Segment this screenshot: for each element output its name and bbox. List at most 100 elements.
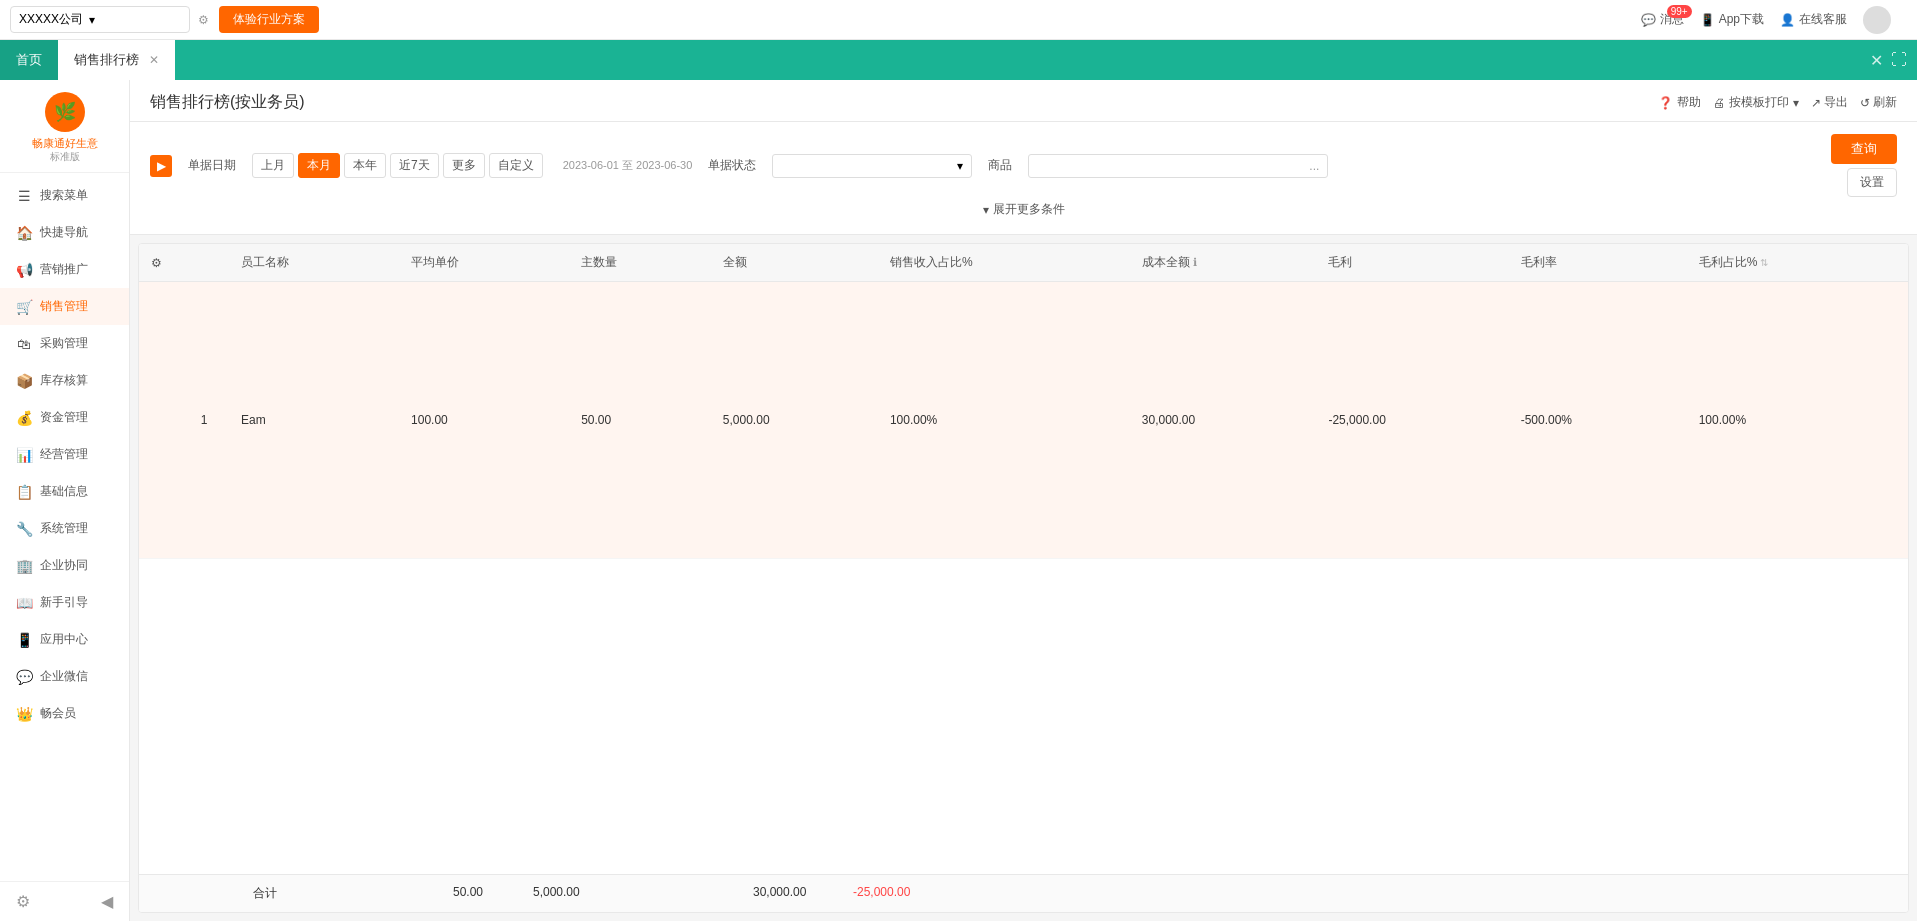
footer-cost: 30,000.00: [741, 885, 841, 902]
footer-spacer-1: [151, 885, 191, 902]
footer-sales-pct: [621, 885, 741, 902]
enterprise-icon: 🏢: [16, 558, 32, 574]
table-row: 1 Eam 100.00 50.00 5,000.00 100.00% 30,0…: [139, 282, 1908, 559]
refresh-button[interactable]: ↺ 刷新: [1860, 94, 1897, 111]
expand-more-button[interactable]: ▾ 展开更多条件: [983, 201, 1065, 218]
sidebar-item-search[interactable]: ☰ 搜索菜单: [0, 177, 129, 214]
app-download-button[interactable]: 📱 App下载: [1700, 11, 1764, 28]
sidebar-item-enterprise[interactable]: 🏢 企业协同: [0, 547, 129, 584]
top-settings-icon[interactable]: ⚙: [198, 13, 209, 27]
goods-select[interactable]: ...: [1028, 154, 1328, 178]
expand-down-icon: ▾: [983, 203, 989, 217]
export-button[interactable]: ↗ 导出: [1811, 94, 1848, 111]
sidebar-item-sales[interactable]: 🛒 销售管理: [0, 288, 129, 325]
sidebar-item-guide[interactable]: 📖 新手引导: [0, 584, 129, 621]
date-btn-more[interactable]: 更多: [443, 153, 485, 178]
cost-info-icon[interactable]: ℹ: [1193, 256, 1197, 269]
date-btn-this-month[interactable]: 本月: [298, 153, 340, 178]
filter-area: ▶ 单据日期 上月 本月 本年 近7天 更多 自定义 2023-06-01 至 …: [130, 122, 1917, 235]
row-rank: 1: [179, 282, 229, 559]
sidebar-settings-icon[interactable]: ⚙: [16, 892, 30, 911]
refresh-label: 刷新: [1873, 94, 1897, 111]
company-name: XXXXX公司: [19, 11, 83, 28]
col-amount: 全额: [711, 244, 878, 282]
gross-pct-sort-icon[interactable]: ⇅: [1760, 257, 1768, 268]
content-area: 销售排行榜(按业务员) ❓ 帮助 🖨 按模板打印 ▾ ↗ 导出 ↺ 刷新: [130, 80, 1917, 921]
user-avatar[interactable]: [1863, 6, 1891, 34]
sidebar-item-inventory[interactable]: 📦 库存核算: [0, 362, 129, 399]
notification-badge: 99+: [1667, 5, 1692, 18]
operations-icon: 📊: [16, 447, 32, 463]
footer-cells: 合计 50.00 5,000.00 30,000.00 -25,000.00: [151, 885, 1896, 902]
sidebar-item-apps[interactable]: 📱 应用中心: [0, 621, 129, 658]
footer-avg-price: [361, 885, 441, 902]
sidebar-item-purchase[interactable]: 🛍 采购管理: [0, 325, 129, 362]
sidebar-item-label-sales: 销售管理: [40, 298, 88, 315]
tab-controls: ✕ ⛶: [1860, 40, 1917, 80]
sidebar-item-label-quick-nav: 快捷导航: [40, 224, 88, 241]
col-avg-price: 平均单价: [399, 244, 569, 282]
finance-icon: 💰: [16, 410, 32, 426]
export-label: 导出: [1824, 94, 1848, 111]
filter-toggle-icon[interactable]: ▶: [150, 155, 172, 177]
filter-settings-button[interactable]: 设置: [1847, 168, 1897, 197]
sidebar-item-system[interactable]: 🔧 系统管理: [0, 510, 129, 547]
status-chevron-icon: ▾: [957, 159, 963, 173]
sidebar-item-member[interactable]: 👑 畅会员: [0, 695, 129, 732]
trial-button[interactable]: 体验行业方案: [219, 6, 319, 33]
logo-icon: 🌿: [45, 92, 85, 132]
sidebar-item-label-guide: 新手引导: [40, 594, 88, 611]
status-label: 单据状态: [708, 157, 756, 174]
tab-close-icon[interactable]: ✕: [149, 53, 159, 67]
notification-button[interactable]: 💬 消息 99+: [1641, 11, 1684, 28]
top-right-area: 💬 消息 99+ 📱 App下载 👤 在线客服: [1641, 6, 1907, 34]
gross-pct-label: 毛利占比%: [1699, 254, 1758, 271]
sidebar-item-marketing[interactable]: 📢 营销推广: [0, 251, 129, 288]
main-layout: 🌿 畅康通好生意 标准版 ☰ 搜索菜单 🏠 快捷导航 📢 营销推广 🛒 销售管理: [0, 80, 1917, 921]
sidebar-item-label-apps: 应用中心: [40, 631, 88, 648]
sidebar-collapse-icon[interactable]: ◀: [101, 892, 113, 911]
marketing-icon: 📢: [16, 262, 32, 278]
sidebar-item-quick-nav[interactable]: 🏠 快捷导航: [0, 214, 129, 251]
help-button[interactable]: ❓ 帮助: [1658, 94, 1701, 111]
close-tab-btn[interactable]: ✕: [1870, 51, 1883, 70]
sidebar-item-basic-info[interactable]: 📋 基础信息: [0, 473, 129, 510]
sidebar-logo: 🌿 畅康通好生意 标准版: [0, 80, 129, 173]
sidebar-item-wechat[interactable]: 💬 企业微信: [0, 658, 129, 695]
goods-dots-icon[interactable]: ...: [1309, 159, 1319, 173]
date-btn-this-year[interactable]: 本年: [344, 153, 386, 178]
sidebar-item-finance[interactable]: 💰 资金管理: [0, 399, 129, 436]
row-avg-price: 100.00: [399, 282, 569, 559]
row-main-qty: 50.00: [569, 282, 711, 559]
tab-sales-ranking[interactable]: 销售排行榜 ✕: [58, 40, 175, 80]
table-footer: 合计 50.00 5,000.00 30,000.00 -25,000.00: [139, 874, 1908, 912]
sidebar-item-label-system: 系统管理: [40, 520, 88, 537]
table-container: ⚙ 员工名称 平均单价 主数量 全额 销售收入占比% 成本全额 ℹ: [138, 243, 1909, 913]
row-sales-pct: 100.00%: [878, 282, 1130, 559]
query-button[interactable]: 查询: [1831, 134, 1897, 164]
date-btn-custom[interactable]: 自定义: [489, 153, 543, 178]
col-settings[interactable]: ⚙: [139, 244, 179, 282]
sidebar-item-label-basic-info: 基础信息: [40, 483, 88, 500]
online-service-button[interactable]: 👤 在线客服: [1780, 11, 1847, 28]
logo-text: 畅康通好生意: [32, 136, 98, 150]
tab-home[interactable]: 首页: [0, 40, 58, 80]
company-selector[interactable]: XXXXX公司 ▾: [10, 6, 190, 33]
date-btn-7days[interactable]: 近7天: [390, 153, 439, 178]
row-gross-pct: 100.00%: [1687, 282, 1908, 559]
row-settings: [139, 282, 179, 559]
sidebar-item-operations[interactable]: 📊 经营管理: [0, 436, 129, 473]
maximize-tab-btn[interactable]: ⛶: [1891, 51, 1907, 69]
date-btn-last-month[interactable]: 上月: [252, 153, 294, 178]
sidebar-item-label-operations: 经营管理: [40, 446, 88, 463]
status-select[interactable]: ▾: [772, 154, 972, 178]
print-template-button[interactable]: 🖨 按模板打印 ▾: [1713, 94, 1799, 111]
table-header-row: ⚙ 员工名称 平均单价 主数量 全额 销售收入占比% 成本全额 ℹ: [139, 244, 1908, 282]
col-gross-pct: 毛利占比% ⇅: [1687, 244, 1908, 282]
row-cost: 30,000.00: [1130, 282, 1317, 559]
table-empty-space: [139, 559, 1908, 874]
system-icon: 🔧: [16, 521, 32, 537]
sidebar-item-label-wechat: 企业微信: [40, 668, 88, 685]
date-filter-group: 上月 本月 本年 近7天 更多 自定义: [252, 153, 543, 178]
filter-row: ▶ 单据日期 上月 本月 本年 近7天 更多 自定义 2023-06-01 至 …: [150, 134, 1897, 197]
